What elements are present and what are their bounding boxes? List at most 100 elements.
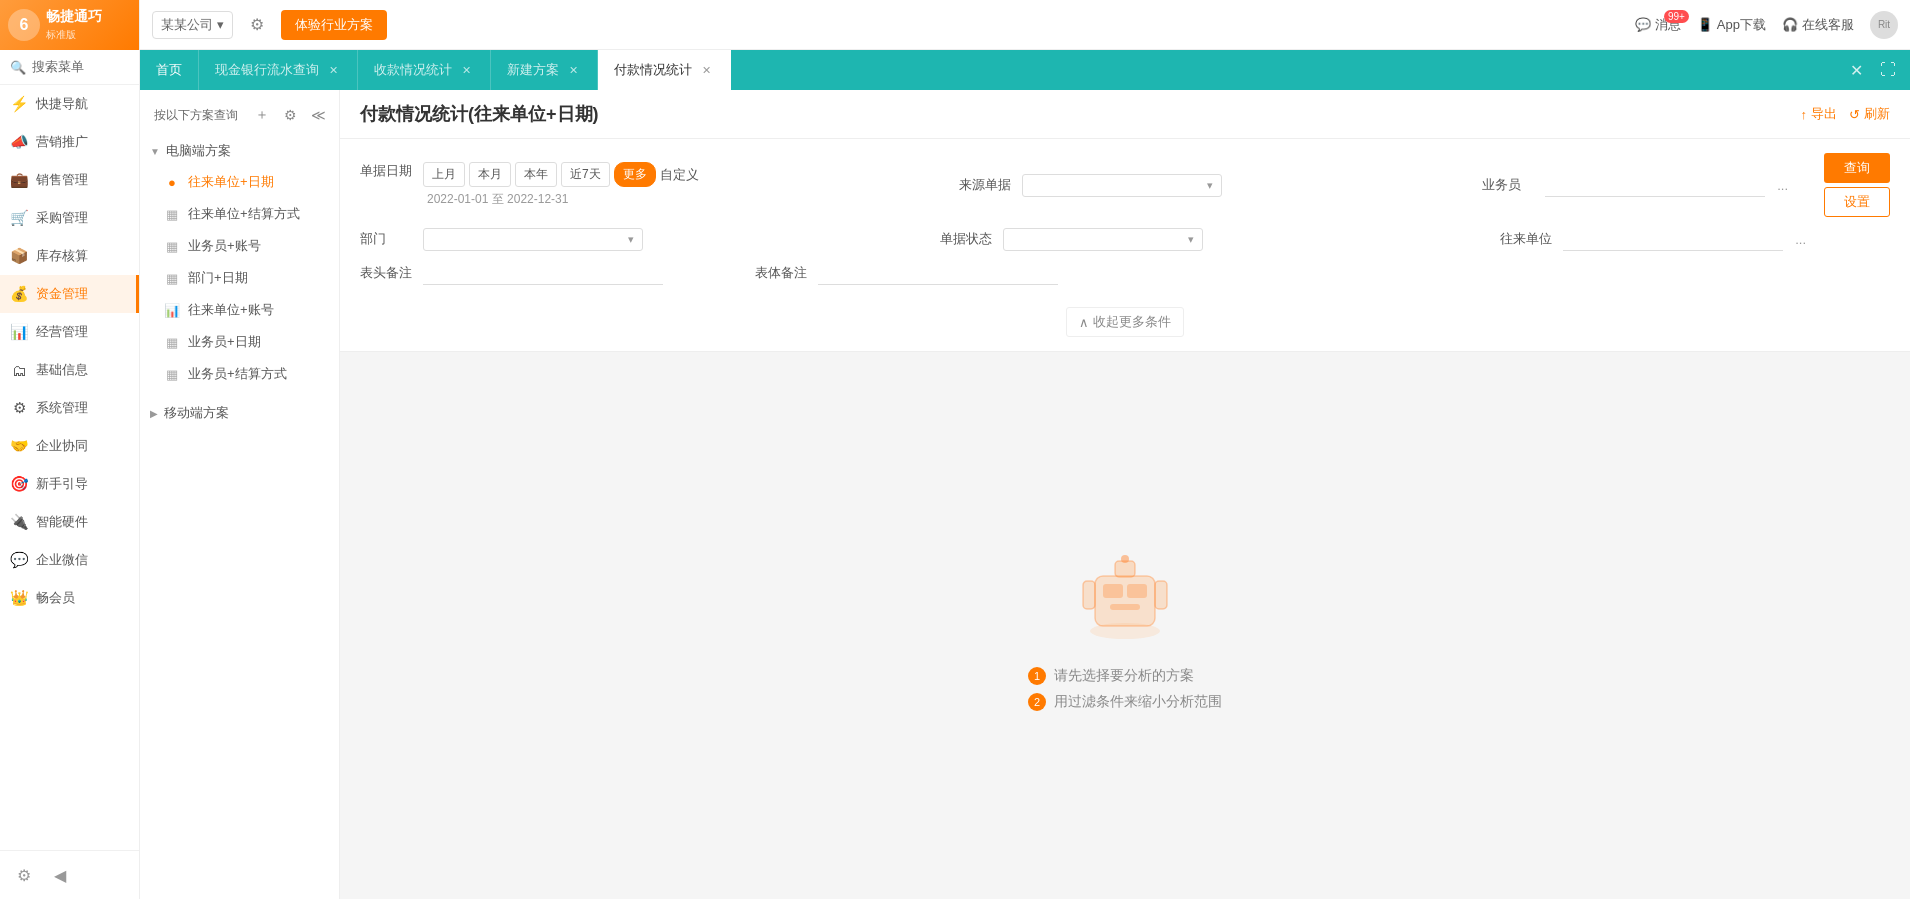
topbar-actions: 💬 消息 99+ 📱 App下载 🎧 在线客服 Rit <box>1635 11 1898 39</box>
sidebar-item-hardware[interactable]: 🔌 智能硬件 <box>0 503 139 541</box>
date-btn-7days[interactable]: 近7天 <box>561 162 610 187</box>
tab-payment-stats-close[interactable]: ✕ <box>698 62 714 78</box>
partner-input[interactable] <box>1563 227 1783 251</box>
sidebar-item-basic-info[interactable]: 🗂 基础信息 <box>0 351 139 389</box>
sidebar-item-quick-nav[interactable]: ⚡ 快捷导航 <box>0 85 139 123</box>
sidebar-item-marketing[interactable]: 📣 营销推广 <box>0 123 139 161</box>
empty-illustration <box>1060 541 1190 651</box>
tab-receipt-stats-close[interactable]: ✕ <box>458 62 474 78</box>
date-btn-this-year[interactable]: 本年 <box>515 162 557 187</box>
refresh-label: 刷新 <box>1864 105 1890 123</box>
plan-item-partner-account[interactable]: 📊 往来单位+账号 <box>140 294 339 326</box>
empty-tip-2: 2 用过滤条件来缩小分析范围 <box>1028 693 1222 711</box>
chevron-down-icon: ▾ <box>628 233 634 246</box>
app-download-btn[interactable]: 📱 App下载 <box>1697 16 1766 34</box>
date-btn-more[interactable]: 更多 <box>614 162 656 187</box>
collapse-more-btn[interactable]: ∧ 收起更多条件 <box>1066 307 1184 337</box>
bill-status-group: 单据状态 ▾ <box>940 228 1203 251</box>
plan-item-salesman-date[interactable]: ▦ 业务员+日期 <box>140 326 339 358</box>
sidebar-item-member[interactable]: 👑 畅会员 <box>0 579 139 617</box>
user-avatar[interactable]: Rit <box>1870 11 1898 39</box>
capital-icon: 💰 <box>10 285 28 303</box>
tab-new-plan[interactable]: 新建方案 ✕ <box>491 50 598 90</box>
sidebar-item-operations[interactable]: 📊 经营管理 <box>0 313 139 351</box>
desktop-section-header[interactable]: ▼ 电脑端方案 <box>140 136 339 166</box>
date-btn-last-month[interactable]: 上月 <box>423 162 465 187</box>
active-plan-icon: ● <box>164 175 180 190</box>
plan-item-partner-date[interactable]: ● 往来单位+日期 <box>140 166 339 198</box>
system-icon: ⚙ <box>10 399 28 417</box>
note-body-input[interactable] <box>818 261 1058 285</box>
salesman-input[interactable] <box>1545 173 1765 197</box>
tab-bank-flow-close[interactable]: ✕ <box>325 62 341 78</box>
sidebar-collapse-btn[interactable]: ◀ <box>46 861 74 889</box>
sidebar-item-enterprise[interactable]: 🤝 企业协同 <box>0 427 139 465</box>
operations-icon: 📊 <box>10 323 28 341</box>
tab-home-label: 首页 <box>156 61 182 79</box>
app-name: 畅捷通巧 <box>46 8 102 26</box>
sidebar-item-inventory[interactable]: 📦 库存核算 <box>0 237 139 275</box>
sales-icon: 💼 <box>10 171 28 189</box>
date-btn-this-month[interactable]: 本月 <box>469 162 511 187</box>
salesman-dots[interactable]: ... <box>1773 178 1792 193</box>
search-label: 搜索菜单 <box>32 58 84 76</box>
tab-payment-stats-label: 付款情况统计 <box>614 61 692 79</box>
tab-home[interactable]: 首页 <box>140 50 199 90</box>
plan-item-salesman-account[interactable]: ▦ 业务员+账号 <box>140 230 339 262</box>
tip-text-2: 用过滤条件来缩小分析范围 <box>1054 693 1222 711</box>
plan-item-partner-settlement[interactable]: ▦ 往来单位+结算方式 <box>140 198 339 230</box>
refresh-icon: ↺ <box>1849 107 1860 122</box>
phone-icon: 📱 <box>1697 17 1713 32</box>
sidebar-item-label: 畅会员 <box>36 589 75 607</box>
sidebar-item-label: 营销推广 <box>36 133 88 151</box>
sidebar-item-label: 智能硬件 <box>36 513 88 531</box>
tab-bank-flow[interactable]: 现金银行流水查询 ✕ <box>199 50 358 90</box>
sidebar-item-label: 采购管理 <box>36 209 88 227</box>
tab-payment-stats[interactable]: 付款情况统计 ✕ <box>598 50 731 90</box>
sidebar-settings-btn[interactable]: ⚙ <box>10 861 38 889</box>
source-bill-select[interactable]: ▾ <box>1022 174 1222 197</box>
plan-item-salesman-settlement[interactable]: ▦ 业务员+结算方式 <box>140 358 339 390</box>
date-btn-custom[interactable]: 自定义 <box>660 166 699 184</box>
plan-icon: ▦ <box>164 367 180 382</box>
window-close-btn[interactable]: ✕ <box>1844 58 1868 82</box>
query-btn[interactable]: 查询 <box>1824 153 1890 183</box>
date-btns: 上月 本月 本年 近7天 更多 自定义 <box>423 162 699 187</box>
window-expand-btn[interactable]: ⛶ <box>1876 58 1900 82</box>
tab-receipt-stats[interactable]: 收款情况统计 ✕ <box>358 50 491 90</box>
bill-status-select[interactable]: ▾ <box>1003 228 1203 251</box>
export-label: 导出 <box>1811 105 1837 123</box>
tab-new-plan-label: 新建方案 <box>507 61 559 79</box>
mobile-section-header[interactable]: ▶ 移动端方案 <box>140 398 339 428</box>
topbar-settings-btn[interactable]: ⚙ <box>243 11 271 39</box>
purchase-icon: 🛒 <box>10 209 28 227</box>
panel-collapse-btn[interactable]: ≪ <box>307 104 329 126</box>
filter-row-1: 单据日期 上月 本月 本年 近7天 更多 自定义 2022-01-01 至 20… <box>360 153 1890 217</box>
message-btn[interactable]: 💬 消息 99+ <box>1635 16 1681 34</box>
export-btn[interactable]: ↑ 导出 <box>1801 105 1838 123</box>
note-header-input[interactable] <box>423 261 663 285</box>
page-header: 付款情况统计(往来单位+日期) ↑ 导出 ↺ 刷新 <box>340 90 1910 139</box>
dept-select[interactable]: ▾ <box>423 228 643 251</box>
tab-new-plan-close[interactable]: ✕ <box>565 62 581 78</box>
sidebar-item-system[interactable]: ⚙ 系统管理 <box>0 389 139 427</box>
partner-dots[interactable]: ... <box>1791 232 1810 247</box>
logo-icon: 6 <box>20 16 29 34</box>
org-selector[interactable]: 某某公司 ▾ <box>152 11 233 39</box>
sidebar-item-purchase[interactable]: 🛒 采购管理 <box>0 199 139 237</box>
sidebar-nav: ⚡ 快捷导航 📣 营销推广 💼 销售管理 🛒 采购管理 📦 库存核算 💰 资金管… <box>0 85 139 850</box>
trial-btn[interactable]: 体验行业方案 <box>281 10 387 40</box>
plan-item-dept-date[interactable]: ▦ 部门+日期 <box>140 262 339 294</box>
search-menu[interactable]: 🔍 搜索菜单 <box>0 50 139 85</box>
refresh-btn[interactable]: ↺ 刷新 <box>1849 105 1890 123</box>
online-service-btn[interactable]: 🎧 在线客服 <box>1782 16 1854 34</box>
sidebar-item-guide[interactable]: 🎯 新手引导 <box>0 465 139 503</box>
sidebar-item-capital[interactable]: 💰 资金管理 <box>0 275 139 313</box>
plan-item-label: 部门+日期 <box>188 269 248 287</box>
marketing-icon: 📣 <box>10 133 28 151</box>
sidebar-item-wechat[interactable]: 💬 企业微信 <box>0 541 139 579</box>
sidebar-item-sales[interactable]: 💼 销售管理 <box>0 161 139 199</box>
plan-settings-btn[interactable]: ⚙ <box>279 104 301 126</box>
add-plan-btn[interactable]: ＋ <box>251 104 273 126</box>
settings-btn[interactable]: 设置 <box>1824 187 1890 217</box>
